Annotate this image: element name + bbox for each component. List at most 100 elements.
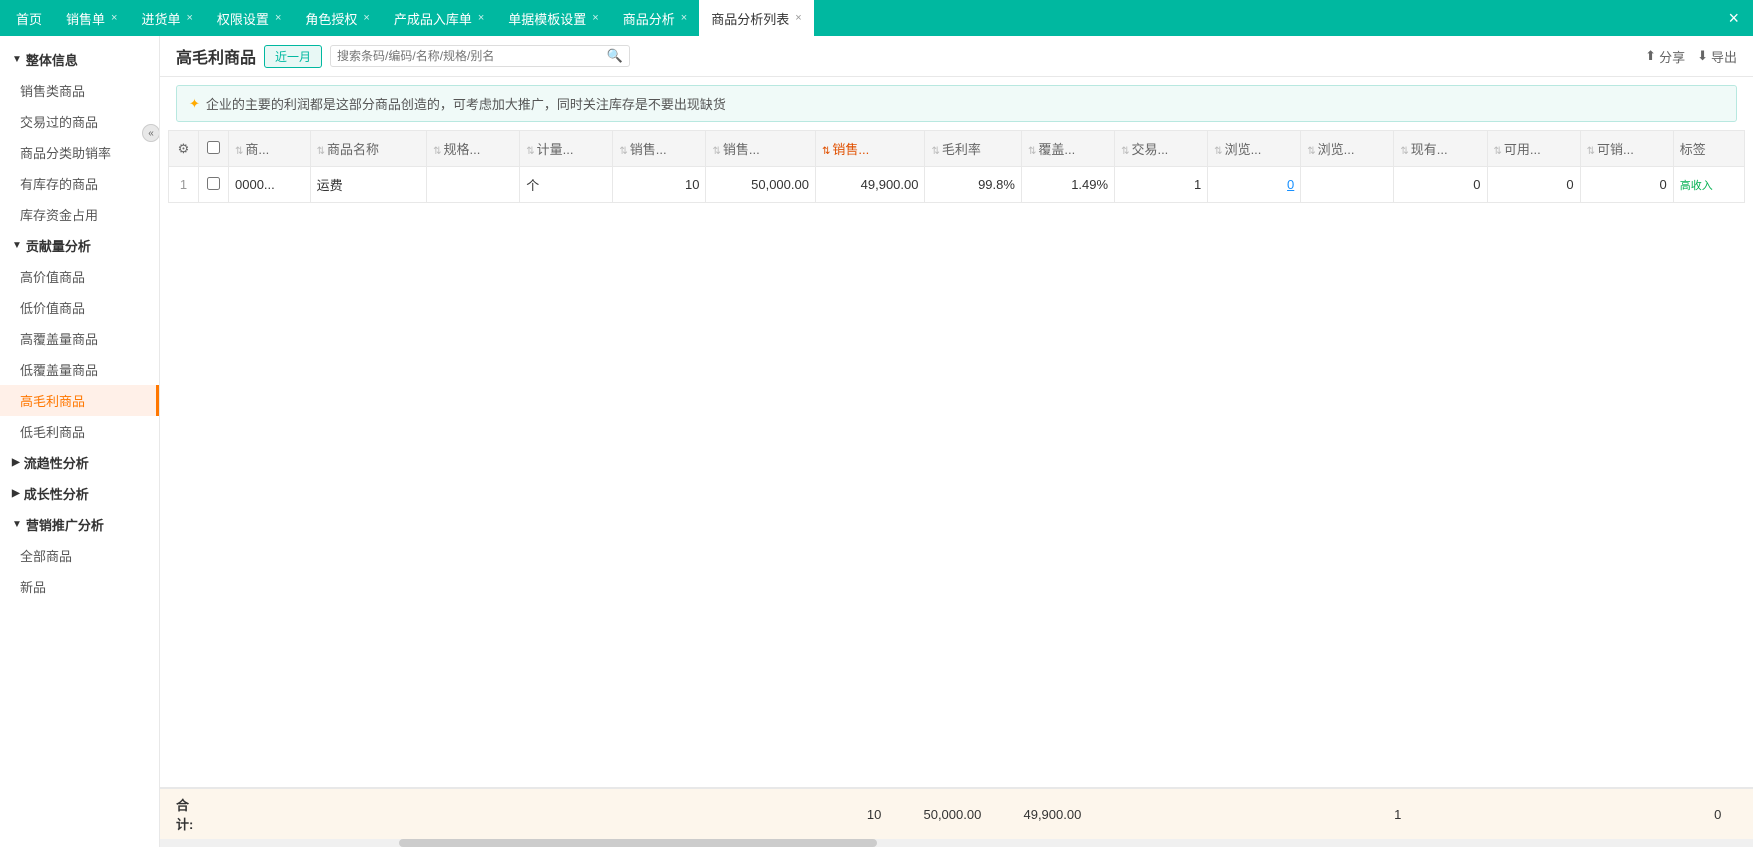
row-sales-profit: 49,900.00 xyxy=(815,167,925,203)
footer-sales-qty: 10 xyxy=(801,807,881,822)
search-input[interactable] xyxy=(337,49,607,63)
select-all-checkbox[interactable] xyxy=(207,141,220,154)
nav-close-analysis[interactable]: × xyxy=(681,12,687,24)
header-actions: ⬆ 分享 ⬇ 导出 xyxy=(1645,47,1737,66)
col-spec[interactable]: ⇅规格... xyxy=(427,131,520,167)
col-checkbox xyxy=(199,131,229,167)
col-sales-amount[interactable]: ⇅销售... xyxy=(706,131,816,167)
sidebar-item-low-coverage[interactable]: 低覆盖量商品 xyxy=(0,354,159,385)
row-unit: 个 xyxy=(520,167,613,203)
top-navigation: 首页 销售单 × 进货单 × 权限设置 × 角色授权 × 产成品入库单 × 单据… xyxy=(0,0,1753,36)
nav-item-analysis[interactable]: 商品分析 × xyxy=(611,0,699,36)
sidebar-item-all-goods[interactable]: 全部商品 xyxy=(0,540,159,571)
nav-item-template[interactable]: 单据模板设置 × xyxy=(496,0,610,36)
info-banner: ✦ 企业的主要的利润都是这部分商品创造的，可考虑加大推广，同时关注库存是不要出现… xyxy=(176,85,1737,122)
sidebar-item-sales-goods[interactable]: 销售类商品 xyxy=(0,75,159,106)
col-browse2[interactable]: ⇅浏览... xyxy=(1301,131,1394,167)
col-name[interactable]: ⇅商品名称 xyxy=(310,131,427,167)
scrollbar-thumb[interactable] xyxy=(399,839,877,847)
content-header: 高毛利商品 近一月 🔍 ⬆ 分享 ⬇ 导出 xyxy=(160,36,1753,77)
col-coverage[interactable]: ⇅覆盖... xyxy=(1021,131,1114,167)
row-checkbox-cell xyxy=(199,167,229,203)
row-sales-qty: 10 xyxy=(613,167,706,203)
col-usable-stock[interactable]: ⇅可用... xyxy=(1487,131,1580,167)
row-browse2 xyxy=(1301,167,1394,203)
share-button[interactable]: ⬆ 分享 xyxy=(1645,47,1685,66)
footer-current-stock: 0 xyxy=(1641,807,1721,822)
sidebar-item-in-stock[interactable]: 有库存的商品 xyxy=(0,168,159,199)
col-settings[interactable]: ⚙ xyxy=(169,131,199,167)
sidebar-group-growth[interactable]: ▶ 成长性分析 xyxy=(0,478,159,509)
main-area: ▼ 整体信息 销售类商品 交易过的商品 商品分类助销率 有库存的商品 库存资金占… xyxy=(0,36,1753,847)
nav-item-sales[interactable]: 销售单 × xyxy=(54,0,129,36)
sidebar-group-overview[interactable]: ▼ 整体信息 xyxy=(0,44,159,75)
row-trade: 1 xyxy=(1115,167,1208,203)
row-code: 0000... xyxy=(229,167,311,203)
sidebar-item-category-rate[interactable]: 商品分类助销率 xyxy=(0,137,159,168)
sidebar-item-high-margin[interactable]: 高毛利商品 xyxy=(0,385,159,416)
table-footer: 合计: 10 50,000.00 49,900.00 1 0 0 xyxy=(160,787,1753,839)
sidebar-group-marketing[interactable]: ▼ 营销推广分析 xyxy=(0,509,159,540)
sidebar-group-contribution[interactable]: ▼ 贡献量分析 xyxy=(0,230,159,261)
footer-trade: 1 xyxy=(1321,807,1401,822)
nav-item-permissions[interactable]: 权限设置 × xyxy=(205,0,293,36)
nav-close-product-in[interactable]: × xyxy=(478,12,484,24)
row-num: 1 xyxy=(169,167,199,203)
page-title: 高毛利商品 xyxy=(176,44,256,68)
nav-close-sales[interactable]: × xyxy=(111,12,117,24)
col-sales-qty[interactable]: ⇅销售... xyxy=(613,131,706,167)
nav-close-purchase[interactable]: × xyxy=(186,12,192,24)
row-browse1[interactable]: 0 xyxy=(1208,167,1301,203)
sidebar-item-traded-goods[interactable]: 交易过的商品 xyxy=(0,106,159,137)
sidebar: ▼ 整体信息 销售类商品 交易过的商品 商品分类助销率 有库存的商品 库存资金占… xyxy=(0,36,160,847)
arrow-icon-2: ▼ xyxy=(12,240,22,251)
row-checkbox[interactable] xyxy=(207,177,220,190)
row-spec xyxy=(427,167,520,203)
nav-close-template[interactable]: × xyxy=(592,12,598,24)
col-current-stock[interactable]: ⇅现有... xyxy=(1394,131,1487,167)
nav-close-role-auth[interactable]: × xyxy=(363,12,369,24)
arrow-icon-3: ▶ xyxy=(12,457,20,468)
sidebar-group-flow[interactable]: ▶ 流趋性分析 xyxy=(0,447,159,478)
row-gross-rate: 99.8% xyxy=(925,167,1021,203)
sidebar-item-low-margin[interactable]: 低毛利商品 xyxy=(0,416,159,447)
nav-item-role-auth[interactable]: 角色授权 × xyxy=(293,0,381,36)
sidebar-item-high-coverage[interactable]: 高覆盖量商品 xyxy=(0,323,159,354)
row-coverage: 1.49% xyxy=(1021,167,1114,203)
nav-item-analysis-list[interactable]: 商品分析列表 × xyxy=(699,0,813,36)
arrow-icon: ▼ xyxy=(12,54,22,65)
arrow-icon-4: ▶ xyxy=(12,488,20,499)
col-browse1[interactable]: ⇅浏览... xyxy=(1208,131,1301,167)
col-code[interactable]: ⇅商... xyxy=(229,131,311,167)
footer-label: 合计: xyxy=(176,795,193,833)
col-sales-profit[interactable]: ⇅销售... xyxy=(815,131,925,167)
col-gross-rate[interactable]: ⇅毛利率 xyxy=(925,131,1021,167)
row-usable-stock: 0 xyxy=(1487,167,1580,203)
nav-item-home[interactable]: 首页 xyxy=(4,0,54,36)
export-icon: ⬇ xyxy=(1697,48,1708,64)
nav-close-permissions[interactable]: × xyxy=(275,12,281,24)
export-button[interactable]: ⬇ 导出 xyxy=(1697,47,1737,66)
nav-item-purchase[interactable]: 进货单 × xyxy=(129,0,204,36)
window-close-button[interactable]: × xyxy=(1718,8,1749,29)
sidebar-item-high-value[interactable]: 高价值商品 xyxy=(0,261,159,292)
search-box: 🔍 xyxy=(330,45,630,67)
nav-item-product-in[interactable]: 产成品入库单 × xyxy=(382,0,496,36)
filter-recent-month-button[interactable]: 近一月 xyxy=(264,45,322,68)
search-icon[interactable]: 🔍 xyxy=(607,48,623,64)
row-current-stock: 0 xyxy=(1394,167,1487,203)
col-unit[interactable]: ⇅计量... xyxy=(520,131,613,167)
footer-usable-stock: 0 xyxy=(1741,807,1753,822)
arrow-icon-5: ▼ xyxy=(12,519,22,530)
collapse-sidebar-button[interactable]: « xyxy=(142,124,160,142)
horizontal-scrollbar[interactable] xyxy=(160,839,1753,847)
col-sellable-stock[interactable]: ⇅可销... xyxy=(1580,131,1673,167)
row-sellable-stock: 0 xyxy=(1580,167,1673,203)
info-icon: ✦ xyxy=(189,96,200,112)
sidebar-item-new-goods[interactable]: 新品 xyxy=(0,571,159,602)
row-name: 运费 xyxy=(310,167,427,203)
col-trade[interactable]: ⇅交易... xyxy=(1115,131,1208,167)
sidebar-item-low-value[interactable]: 低价值商品 xyxy=(0,292,159,323)
nav-close-analysis-list[interactable]: × xyxy=(795,12,801,24)
sidebar-item-stock-capital[interactable]: 库存资金占用 xyxy=(0,199,159,230)
